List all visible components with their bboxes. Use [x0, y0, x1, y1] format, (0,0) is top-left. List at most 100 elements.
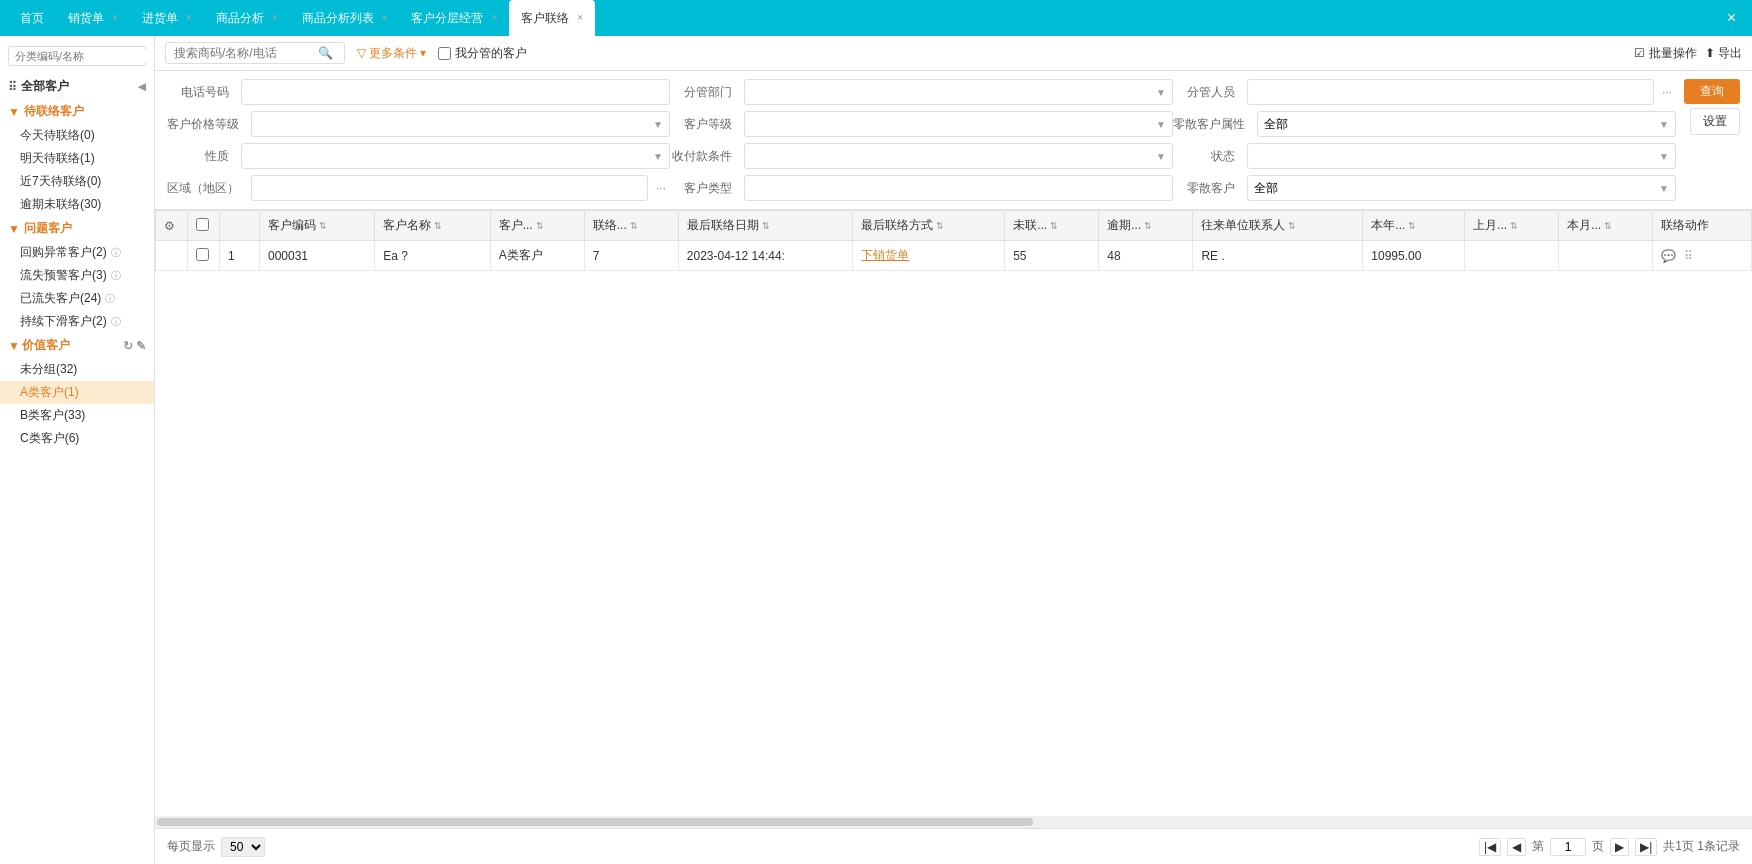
filter-status-select[interactable]: ▼	[1247, 143, 1676, 169]
nav-purchase-order[interactable]: 进货单 ×	[130, 0, 204, 36]
filter-region-dots[interactable]: ···	[652, 181, 670, 195]
nav-product-analysis-list[interactable]: 商品分析列表 ×	[290, 0, 400, 36]
filter-customer-grade-select[interactable]: ▼	[744, 111, 1173, 137]
nav-customer-contact[interactable]: 客户联络 ×	[509, 0, 595, 36]
filter-dept-select[interactable]: ▼	[744, 79, 1173, 105]
prev-page-button[interactable]: ◀	[1507, 838, 1526, 856]
close-all-button[interactable]: ×	[1719, 9, 1744, 26]
scrollbar-thumb[interactable]	[157, 818, 1033, 826]
sidebar-item-a-class[interactable]: A类客户(1)	[0, 381, 154, 404]
sidebar-item-declining[interactable]: 持续下滑客户(2) ⓘ	[0, 310, 154, 333]
sidebar-all-customers[interactable]: ⠿ 全部客户 ◀	[0, 74, 154, 99]
filter-customer-type-input[interactable]	[744, 175, 1173, 201]
last-method-link[interactable]: 下销货单	[861, 248, 909, 262]
col-checkbox[interactable]	[188, 211, 220, 241]
sidebar-item-tomorrow[interactable]: 明天待联络(1)	[0, 147, 154, 170]
col-settings[interactable]: ⚙	[156, 211, 188, 241]
col-last-method[interactable]: 最后联络方式 ⇅	[853, 211, 1005, 241]
next-page-button[interactable]: ▶	[1610, 838, 1629, 856]
refresh-icon[interactable]: ↻	[123, 339, 133, 353]
sidebar-item-today[interactable]: 今天待联络(0)	[0, 124, 154, 147]
my-customer-checkbox-area[interactable]: 我分管的客户	[438, 45, 527, 62]
sidebar-item-b-class[interactable]: B类客户(33)	[0, 404, 154, 427]
horizontal-scrollbar[interactable]	[155, 816, 1752, 828]
filter-retail: 零散客户 全部 ▼	[1173, 175, 1676, 201]
col-name[interactable]: 客户名称 ⇅	[375, 211, 490, 241]
cell-last-method[interactable]: 下销货单	[853, 241, 1005, 271]
filter-price-grade-select[interactable]: ▼	[251, 111, 670, 137]
filter-customer-grade-label: 客户等级	[670, 116, 740, 133]
filter-payment-select[interactable]: ▼	[744, 143, 1173, 169]
info-icon-2: ⓘ	[111, 269, 121, 283]
sidebar-search-box[interactable]: 🔍	[8, 46, 146, 66]
col-overdue[interactable]: 逾期... ⇅	[1099, 211, 1193, 241]
export-button[interactable]: ⬆ 导出	[1705, 45, 1742, 62]
cell-last-month	[1465, 241, 1559, 271]
close-purchase-order[interactable]: ×	[186, 0, 192, 36]
filter-nature-select[interactable]: ▼	[241, 143, 670, 169]
nav-sales-order[interactable]: 销货单 ×	[56, 0, 130, 36]
col-contact[interactable]: 联络... ⇅	[584, 211, 678, 241]
col-company-contact[interactable]: 往来单位联系人 ⇅	[1193, 211, 1363, 241]
close-product-analysis[interactable]: ×	[272, 0, 278, 36]
sidebar-collapse-icon[interactable]: ◀	[138, 81, 146, 92]
col-last-date[interactable]: 最后联络日期 ⇅	[678, 211, 853, 241]
filter-arrow-icon: ▾	[420, 46, 426, 60]
filter-region-input[interactable]	[251, 175, 648, 201]
close-customer-contact[interactable]: ×	[577, 0, 583, 36]
page-input[interactable]	[1550, 838, 1586, 856]
cell-checkbox[interactable]	[188, 241, 220, 271]
search-input[interactable]	[174, 46, 314, 60]
close-customer-segment[interactable]: ×	[491, 0, 497, 36]
sidebar-group-pending[interactable]: ▼ 待联络客户	[0, 99, 154, 124]
close-sales-order[interactable]: ×	[112, 0, 118, 36]
filter-retail-select[interactable]: 全部 ▼	[1247, 175, 1676, 201]
last-method-sort-icon: ⇅	[936, 221, 944, 231]
query-button[interactable]: 查询	[1684, 79, 1740, 104]
select-all-checkbox[interactable]	[196, 218, 209, 231]
sidebar-item-churn-warning[interactable]: 流失预警客户(3) ⓘ	[0, 264, 154, 287]
my-customer-checkbox[interactable]	[438, 47, 451, 60]
filter-action-area: 查询 设置	[1676, 79, 1740, 201]
nav-home[interactable]: 首页	[8, 0, 56, 36]
col-grade[interactable]: 客户... ⇅	[490, 211, 584, 241]
last-page-button[interactable]: ▶|	[1635, 838, 1657, 856]
sidebar-item-churned[interactable]: 已流失客户(24) ⓘ	[0, 287, 154, 310]
qr-icon[interactable]: ⠿	[1684, 249, 1693, 263]
first-page-button[interactable]: |◀	[1479, 838, 1501, 856]
sidebar-group-problem[interactable]: ▼ 问题客户	[0, 216, 154, 241]
cell-company-contact: RE .	[1193, 241, 1363, 271]
sidebar-item-unclassified[interactable]: 未分组(32)	[0, 358, 154, 381]
filter-manager-dots[interactable]: ···	[1658, 85, 1676, 99]
close-product-analysis-list[interactable]: ×	[382, 0, 388, 36]
sidebar-item-7days[interactable]: 近7天待联络(0)	[0, 170, 154, 193]
sidebar-item-c-class[interactable]: C类客户(6)	[0, 427, 154, 450]
col-code[interactable]: 客户编码 ⇅	[260, 211, 375, 241]
filter-row-2: 客户价格等级 ▼ 客户等级 ▼	[167, 111, 1676, 137]
nav-customer-segment[interactable]: 客户分层经营 ×	[399, 0, 509, 36]
filter-manager-input[interactable]	[1247, 79, 1654, 105]
nav-product-analysis[interactable]: 商品分析 ×	[204, 0, 290, 36]
filter-retail-attr-select[interactable]: 全部 ▼	[1257, 111, 1676, 137]
filter-phone-input[interactable]	[241, 79, 670, 105]
filter-customer-grade: 客户等级 ▼	[670, 111, 1173, 137]
search-box[interactable]: 🔍	[165, 42, 345, 64]
edit-icon[interactable]: ✎	[136, 339, 146, 353]
sidebar-item-abnormal[interactable]: 回购异常客户(2) ⓘ	[0, 241, 154, 264]
filter-button[interactable]: ▽ 更多条件 ▾	[353, 43, 430, 64]
batch-op-button[interactable]: ☑ 批量操作	[1634, 45, 1696, 62]
col-this-year[interactable]: 本年... ⇅	[1363, 211, 1465, 241]
col-this-month[interactable]: 本月... ⇅	[1559, 211, 1653, 241]
per-page-select[interactable]: 50	[221, 837, 265, 857]
col-last-month[interactable]: 上月... ⇅	[1465, 211, 1559, 241]
set-button[interactable]: 设置	[1690, 108, 1740, 135]
col-no-contact[interactable]: 未联... ⇅	[1005, 211, 1099, 241]
sidebar-group-value[interactable]: ▼ 价值客户 ↻ ✎	[0, 333, 154, 358]
settings-icon[interactable]: ⚙	[164, 219, 175, 233]
chat-icon[interactable]: 💬	[1661, 249, 1676, 263]
sidebar-search-input[interactable]	[15, 50, 153, 62]
sidebar-item-overdue[interactable]: 逾期未联络(30)	[0, 193, 154, 216]
last-month-sort-icon: ⇅	[1510, 221, 1518, 231]
cell-settings	[156, 241, 188, 271]
row-checkbox[interactable]	[196, 248, 209, 261]
